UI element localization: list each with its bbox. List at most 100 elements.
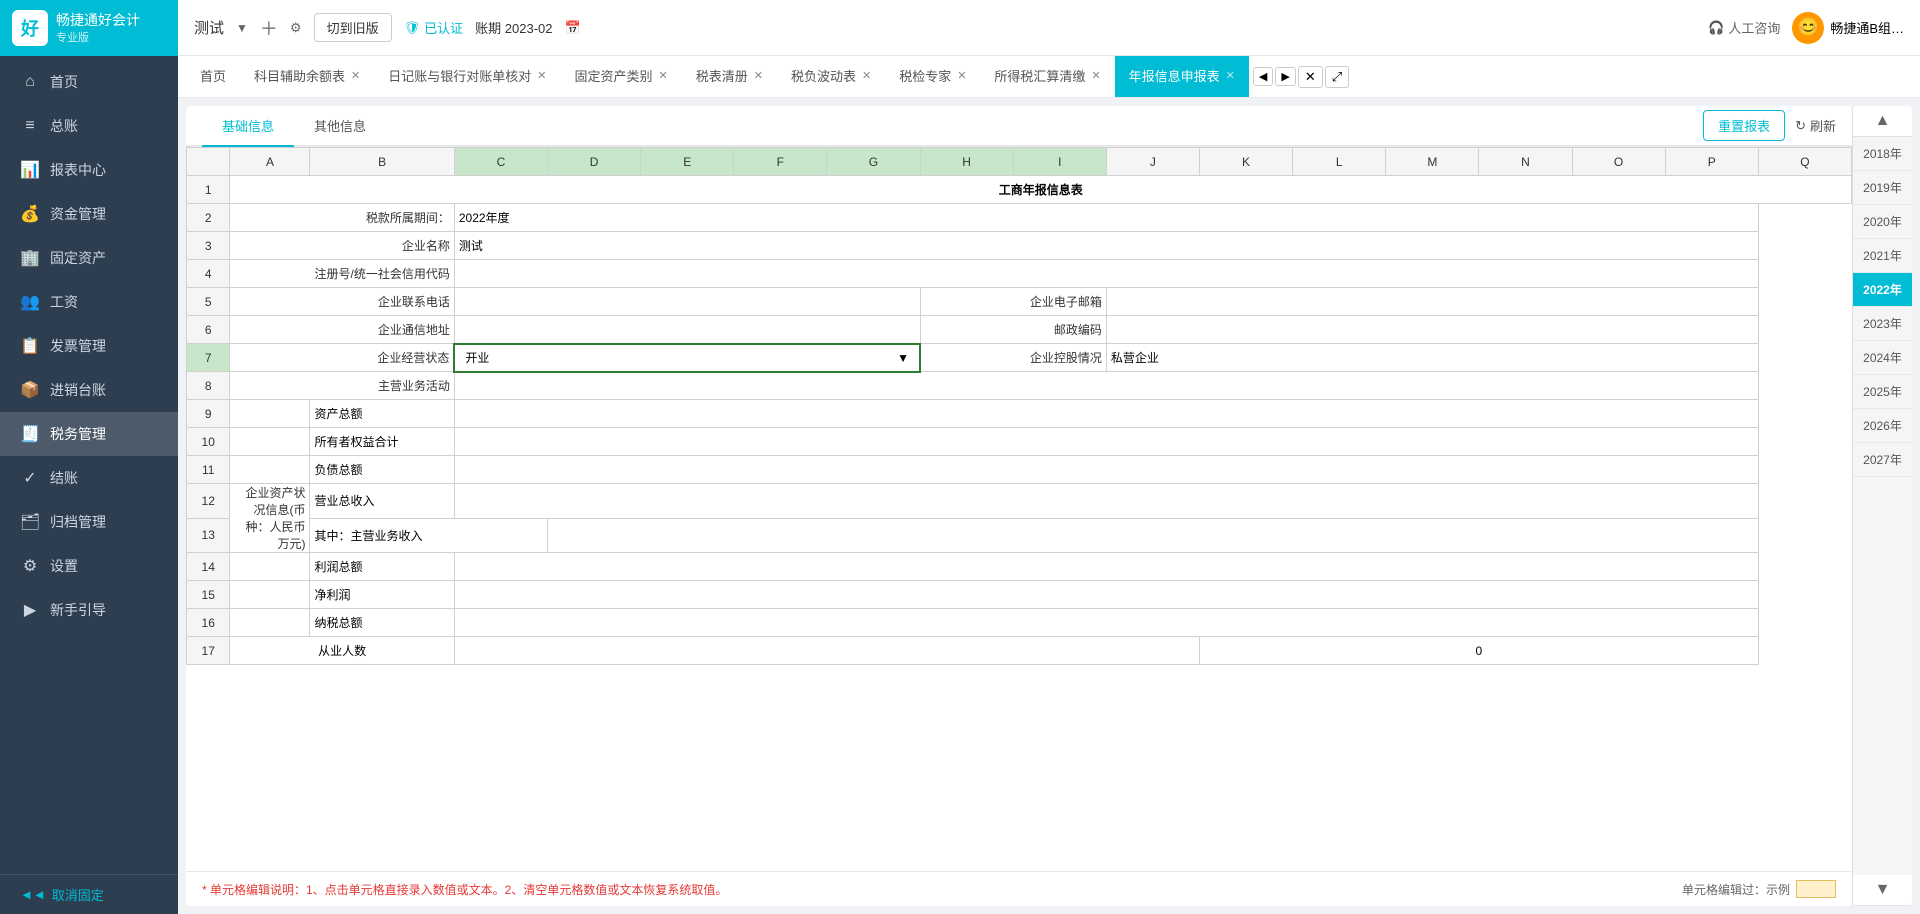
sidebar-collapse-button[interactable]: ◄◄ 取消固定 bbox=[0, 874, 178, 914]
tab-annual_report[interactable]: 年报信息申报表 ✕ bbox=[1115, 56, 1249, 98]
refresh-button[interactable]: ↻ 刷新 bbox=[1795, 116, 1836, 135]
spreadsheet-wrapper[interactable]: ABCDEFGHIJKLMNOPQ1工商年报信息表 2 税款所属期间： 2022… bbox=[186, 147, 1852, 871]
calendar-icon[interactable]: 📅 bbox=[564, 20, 580, 36]
sidebar-item-home[interactable]: ⌂ 首页 bbox=[0, 60, 178, 104]
sidebar-item-label-inventory: 进销台账 bbox=[50, 380, 106, 400]
company-name-value-cell[interactable]: 测试 bbox=[454, 232, 1758, 260]
row-12-b-cell: 营业总收入 bbox=[310, 484, 454, 519]
dropdown-arrow-icon[interactable]: ▼ bbox=[897, 351, 909, 365]
year-item-2019[interactable]: 2019年 bbox=[1853, 171, 1912, 205]
tab-tax_wave[interactable]: 税负波动表✕ bbox=[777, 56, 885, 98]
spreadsheet-title-cell: 工商年报信息表 bbox=[230, 176, 1852, 204]
col-header-O: O bbox=[1572, 148, 1665, 176]
employee-count-value-cell[interactable]: 0 bbox=[1199, 637, 1758, 665]
tab-close-tax_sheet[interactable]: ✕ bbox=[754, 69, 763, 82]
collapse-arrow-icon: ◄◄ bbox=[20, 887, 46, 902]
tab-label-home: 首页 bbox=[200, 66, 226, 85]
tab-label-annual_report: 年报信息申报表 bbox=[1129, 66, 1220, 85]
fund-icon: 💰 bbox=[20, 204, 40, 224]
row-9-value-cell[interactable] bbox=[454, 400, 1758, 428]
biz-control-value-cell[interactable]: 私营企业 bbox=[1106, 344, 1758, 372]
row-16-value-cell[interactable] bbox=[454, 609, 1758, 637]
row-15-value-cell[interactable] bbox=[454, 581, 1758, 609]
row-header-5: 5 bbox=[187, 288, 230, 316]
col-header-L: L bbox=[1293, 148, 1386, 176]
year-item-2023[interactable]: 2023年 bbox=[1853, 307, 1912, 341]
tab-close-fixed_asset_cat[interactable]: ✕ bbox=[659, 69, 668, 82]
tab-expand-button[interactable]: ⤢ bbox=[1325, 66, 1349, 88]
tab-close-tax_expert[interactable]: ✕ bbox=[957, 69, 966, 82]
tab-label-tax_expert: 税检专家 bbox=[899, 66, 951, 85]
tab-fixed_asset_cat[interactable]: 固定资产类别✕ bbox=[560, 56, 681, 98]
sub-tab-other[interactable]: 其他信息 bbox=[294, 106, 386, 147]
main-biz-value-cell[interactable] bbox=[454, 372, 1758, 400]
settlement-icon: ✓ bbox=[20, 468, 40, 488]
sidebar-item-report[interactable]: 📊 报表中心 bbox=[0, 148, 178, 192]
sidebar-header: 好 畅捷通好会计 专业版 bbox=[0, 0, 178, 56]
year-item-2022[interactable]: 2022年 bbox=[1853, 273, 1912, 307]
sidebar-item-guide[interactable]: ▶ 新手引导 bbox=[0, 588, 178, 632]
sidebar-item-settings[interactable]: ⚙ 设置 bbox=[0, 544, 178, 588]
topbar-dropdown-icon[interactable]: ▼ bbox=[236, 21, 248, 35]
certified-badge: 🛡 已认证 bbox=[404, 18, 464, 37]
reset-report-button[interactable]: 重置报表 bbox=[1703, 110, 1785, 141]
switch-old-version-button[interactable]: 切到旧版 bbox=[314, 13, 392, 42]
year-item-2024[interactable]: 2024年 bbox=[1853, 341, 1912, 375]
sub-tab-basic[interactable]: 基础信息 bbox=[202, 106, 294, 147]
tab-close-journal_bank[interactable]: ✕ bbox=[537, 69, 546, 82]
address-value-cell[interactable] bbox=[454, 316, 920, 344]
tab-close-all-button[interactable]: ✕ bbox=[1298, 66, 1323, 88]
year-item-2020[interactable]: 2020年 bbox=[1853, 205, 1912, 239]
email-value-cell[interactable] bbox=[1106, 288, 1758, 316]
sidebar-item-label-invoice: 发票管理 bbox=[50, 336, 106, 356]
sidebar-item-fixed_asset[interactable]: 🏢 固定资产 bbox=[0, 236, 178, 280]
tab-aux_balance[interactable]: 科目辅助余额表✕ bbox=[240, 56, 374, 98]
tab-next-button[interactable]: ▶ bbox=[1275, 67, 1295, 86]
year-item-2025[interactable]: 2025年 bbox=[1853, 375, 1912, 409]
tab-close-tax_wave[interactable]: ✕ bbox=[862, 69, 871, 82]
sidebar-item-label-archive: 归档管理 bbox=[50, 512, 106, 532]
tab-prev-button[interactable]: ◀ bbox=[1253, 67, 1273, 86]
sidebar-item-tax[interactable]: 🧾 税务管理 bbox=[0, 412, 178, 456]
tab-journal_bank[interactable]: 日记账与银行对账单核对✕ bbox=[374, 56, 560, 98]
sidebar-item-archive[interactable]: 🗂 归档管理 bbox=[0, 500, 178, 544]
sidebar-item-ledger[interactable]: ≡ 总账 bbox=[0, 104, 178, 148]
row-10-value-cell[interactable] bbox=[454, 428, 1758, 456]
row-14-value-cell[interactable] bbox=[454, 553, 1758, 581]
tab-income_tax[interactable]: 所得税汇算清缴 ✕ bbox=[980, 56, 1114, 98]
topbar-settings-icon[interactable]: ⚙ bbox=[290, 20, 302, 36]
sidebar-item-settlement[interactable]: ✓ 结账 bbox=[0, 456, 178, 500]
tab-tax_sheet[interactable]: 税表清册✕ bbox=[682, 56, 777, 98]
tax-period-value-cell[interactable]: 2022年度 bbox=[454, 204, 1758, 232]
service-button[interactable]: 🎧 人工咨询 bbox=[1708, 18, 1780, 37]
sidebar-item-invoice[interactable]: 📋 发票管理 bbox=[0, 324, 178, 368]
tab-close-aux_balance[interactable]: ✕ bbox=[351, 69, 360, 82]
sidebar-item-fund[interactable]: 💰 资金管理 bbox=[0, 192, 178, 236]
year-item-2018[interactable]: 2018年 bbox=[1853, 137, 1912, 171]
year-scroll-down-button[interactable]: ▼ bbox=[1853, 875, 1912, 905]
tab-label-income_tax: 所得税汇算清缴 bbox=[994, 66, 1085, 85]
row-13-value-cell[interactable] bbox=[547, 518, 1758, 553]
col-header-H: H bbox=[920, 148, 1013, 176]
tabbar: 首页科目辅助余额表✕日记账与银行对账单核对✕固定资产类别✕税表清册✕税负波动表✕… bbox=[178, 56, 1920, 98]
sidebar-item-inventory[interactable]: 📦 进销台账 bbox=[0, 368, 178, 412]
reg-no-value-cell[interactable] bbox=[454, 260, 1758, 288]
year-scroll-up-button[interactable]: ▲ bbox=[1853, 106, 1912, 136]
phone-value-cell[interactable] bbox=[454, 288, 920, 316]
topbar-add-icon[interactable]: ＋ bbox=[260, 15, 278, 41]
year-item-2021[interactable]: 2021年 bbox=[1853, 239, 1912, 273]
tab-close-annual_report[interactable]: ✕ bbox=[1226, 69, 1235, 82]
user-menu[interactable]: 😊 畅捷通B组… bbox=[1792, 12, 1904, 44]
row-12-value-cell[interactable] bbox=[454, 484, 1758, 519]
tab-tax_expert[interactable]: 税检专家 ✕ bbox=[885, 56, 980, 98]
year-item-2027[interactable]: 2027年 bbox=[1853, 443, 1912, 477]
row-11-value-cell[interactable] bbox=[454, 456, 1758, 484]
row-15-b-cell: 净利润 bbox=[310, 581, 454, 609]
postcode-value-cell[interactable] bbox=[1106, 316, 1758, 344]
sidebar-item-salary[interactable]: 👥 工资 bbox=[0, 280, 178, 324]
tab-home[interactable]: 首页 bbox=[186, 56, 240, 98]
year-item-2026[interactable]: 2026年 bbox=[1853, 409, 1912, 443]
employee-count-spacer-cell[interactable] bbox=[454, 637, 1199, 665]
tab-close-income_tax[interactable]: ✕ bbox=[1091, 69, 1100, 82]
biz-status-dropdown-cell[interactable]: 开业▼ bbox=[454, 344, 920, 372]
